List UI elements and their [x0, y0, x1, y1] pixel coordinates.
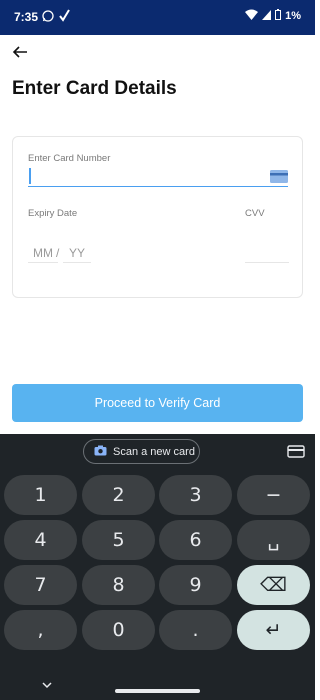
key-6[interactable]: 6 — [159, 520, 232, 560]
key-7[interactable]: 7 — [4, 565, 77, 605]
key-backspace[interactable]: ⌫ — [237, 565, 310, 605]
card-number-label: Enter Card Number — [28, 153, 111, 164]
credit-card-icon — [270, 170, 288, 183]
cvv-label: CVV — [245, 208, 265, 219]
key-8[interactable]: 8 — [82, 565, 155, 605]
back-button[interactable] — [8, 42, 32, 66]
battery-percent: 1% — [285, 10, 301, 22]
expiry-year-input[interactable]: YY — [63, 243, 91, 263]
scan-card-chip[interactable]: Scan a new card — [83, 439, 200, 464]
status-bar: 7:35 1% — [0, 0, 315, 35]
camera-icon — [94, 445, 107, 459]
battery-icon — [275, 9, 282, 23]
expiry-date-label: Expiry Date — [28, 208, 78, 219]
card-details-form: Enter Card Number Expiry Date CVV MM / Y… — [12, 136, 303, 298]
card-number-input[interactable] — [28, 165, 288, 187]
page-title: Enter Card Details — [12, 78, 177, 99]
key-0[interactable]: 0 — [82, 610, 155, 650]
key-2[interactable]: 2 — [82, 475, 155, 515]
chevron-down-icon[interactable] — [42, 676, 52, 689]
key-comma[interactable]: , — [4, 610, 77, 650]
back-arrow-icon — [12, 44, 28, 65]
key-5[interactable]: 5 — [82, 520, 155, 560]
scan-card-label: Scan a new card — [113, 445, 195, 458]
home-gesture-handle[interactable] — [115, 689, 200, 693]
status-time: 7:35 — [14, 10, 39, 24]
wifi-icon — [245, 9, 259, 23]
signal-icon — [262, 9, 272, 23]
key-period[interactable]: . — [159, 610, 232, 650]
card-icon[interactable] — [287, 445, 305, 458]
expiry-month-input[interactable]: MM — [28, 243, 58, 263]
key-9[interactable]: 9 — [159, 565, 232, 605]
key-1[interactable]: 1 — [4, 475, 77, 515]
proceed-to-verify-button[interactable]: Proceed to Verify Card — [12, 384, 303, 422]
key-space[interactable]: ␣ — [237, 520, 310, 560]
expiry-separator: / — [56, 246, 60, 260]
text-cursor — [29, 168, 31, 184]
cvv-input[interactable] — [245, 243, 289, 263]
whatsapp-icon — [42, 9, 54, 27]
key-3[interactable]: 3 — [159, 475, 232, 515]
key-4[interactable]: 4 — [4, 520, 77, 560]
key-enter[interactable]: ↵ — [237, 610, 310, 650]
check-icon — [58, 9, 71, 27]
key-minus[interactable]: − — [237, 475, 310, 515]
